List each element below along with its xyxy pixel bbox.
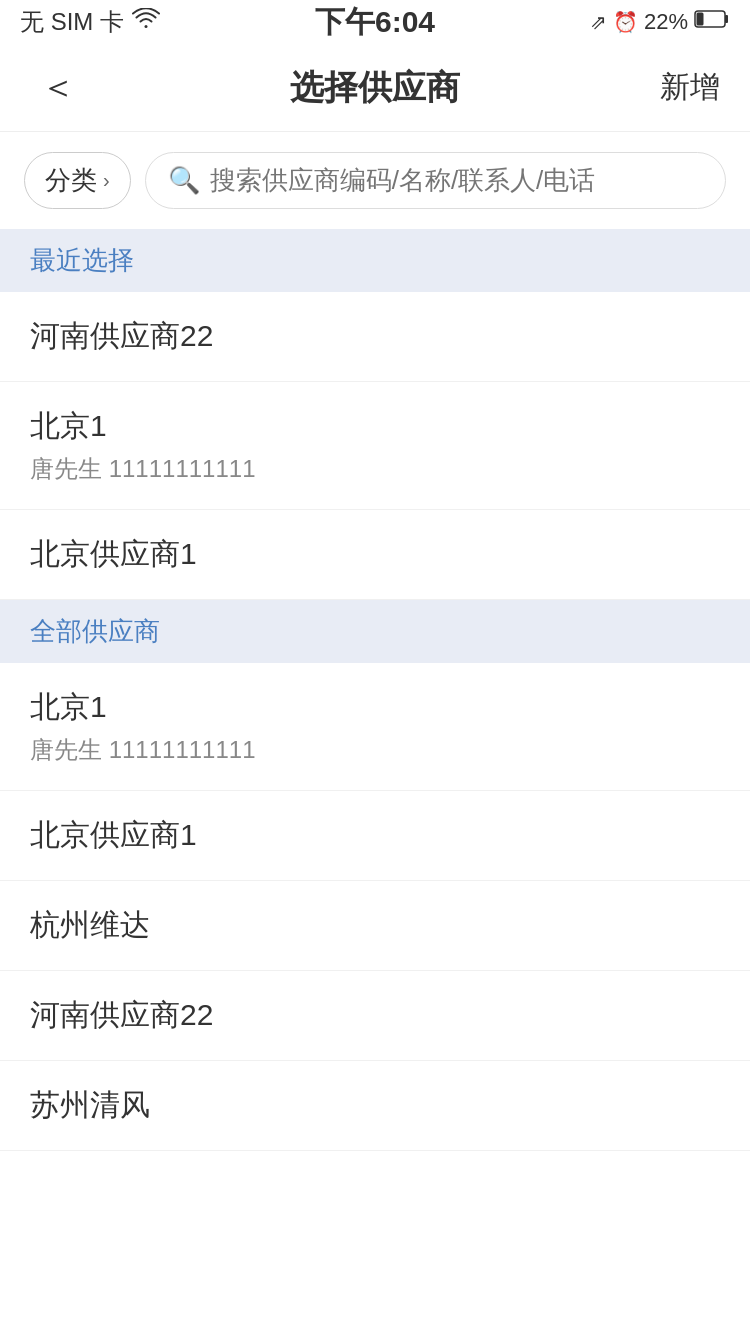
item-name: 北京供应商1 bbox=[30, 534, 720, 575]
wifi-icon bbox=[132, 8, 160, 36]
category-button[interactable]: 分类 › bbox=[24, 152, 131, 209]
all-items-list: 北京1 唐先生 11111111111 北京供应商1 杭州维达 河南供应商22 … bbox=[0, 663, 750, 1151]
filter-bar: 分类 › 🔍 bbox=[0, 132, 750, 229]
nav-bar: ＜ 选择供应商 新增 bbox=[0, 44, 750, 132]
all-section-header: 全部供应商 bbox=[0, 600, 750, 663]
all-section-label: 全部供应商 bbox=[30, 616, 160, 646]
recent-items-list: 河南供应商22 北京1 唐先生 11111111111 北京供应商1 bbox=[0, 292, 750, 600]
battery-label: 22% bbox=[644, 9, 688, 35]
search-input[interactable] bbox=[210, 165, 703, 196]
search-box: 🔍 bbox=[145, 152, 726, 209]
list-item[interactable]: 北京供应商1 bbox=[0, 510, 750, 600]
item-sub: 唐先生 11111111111 bbox=[30, 453, 720, 485]
item-name: 河南供应商22 bbox=[30, 316, 720, 357]
carrier-label: 无 SIM 卡 bbox=[20, 6, 124, 38]
status-bar: 无 SIM 卡 下午6:04 ⇗ ⏰ 22% bbox=[0, 0, 750, 44]
item-name: 北京1 bbox=[30, 406, 720, 447]
item-name: 北京供应商1 bbox=[30, 815, 720, 856]
svg-rect-1 bbox=[725, 15, 728, 23]
status-time: 下午6:04 bbox=[315, 2, 435, 43]
list-item[interactable]: 河南供应商22 bbox=[0, 292, 750, 382]
chevron-right-icon: › bbox=[103, 169, 110, 192]
recent-section-header: 最近选择 bbox=[0, 229, 750, 292]
add-button[interactable]: 新增 bbox=[660, 67, 720, 108]
item-name: 北京1 bbox=[30, 687, 720, 728]
page-title: 选择供应商 bbox=[290, 65, 460, 111]
svg-rect-2 bbox=[697, 13, 704, 26]
list-item[interactable]: 北京供应商1 bbox=[0, 791, 750, 881]
list-item[interactable]: 北京1 唐先生 11111111111 bbox=[0, 382, 750, 510]
item-sub: 唐先生 11111111111 bbox=[30, 734, 720, 766]
recent-section-label: 最近选择 bbox=[30, 245, 134, 275]
status-left: 无 SIM 卡 bbox=[20, 6, 160, 38]
item-name: 苏州清风 bbox=[30, 1085, 720, 1126]
list-item[interactable]: 杭州维达 bbox=[0, 881, 750, 971]
search-icon: 🔍 bbox=[168, 165, 200, 196]
list-item[interactable]: 河南供应商22 bbox=[0, 971, 750, 1061]
item-name: 杭州维达 bbox=[30, 905, 720, 946]
location-icon: ⇗ bbox=[590, 10, 607, 34]
list-item[interactable]: 苏州清风 bbox=[0, 1061, 750, 1151]
list-item[interactable]: 北京1 唐先生 11111111111 bbox=[0, 663, 750, 791]
back-button[interactable]: ＜ bbox=[30, 53, 86, 122]
category-label: 分类 bbox=[45, 163, 97, 198]
alarm-icon: ⏰ bbox=[613, 10, 638, 34]
item-name: 河南供应商22 bbox=[30, 995, 720, 1036]
battery-icon bbox=[694, 9, 730, 35]
status-right: ⇗ ⏰ 22% bbox=[590, 9, 730, 35]
